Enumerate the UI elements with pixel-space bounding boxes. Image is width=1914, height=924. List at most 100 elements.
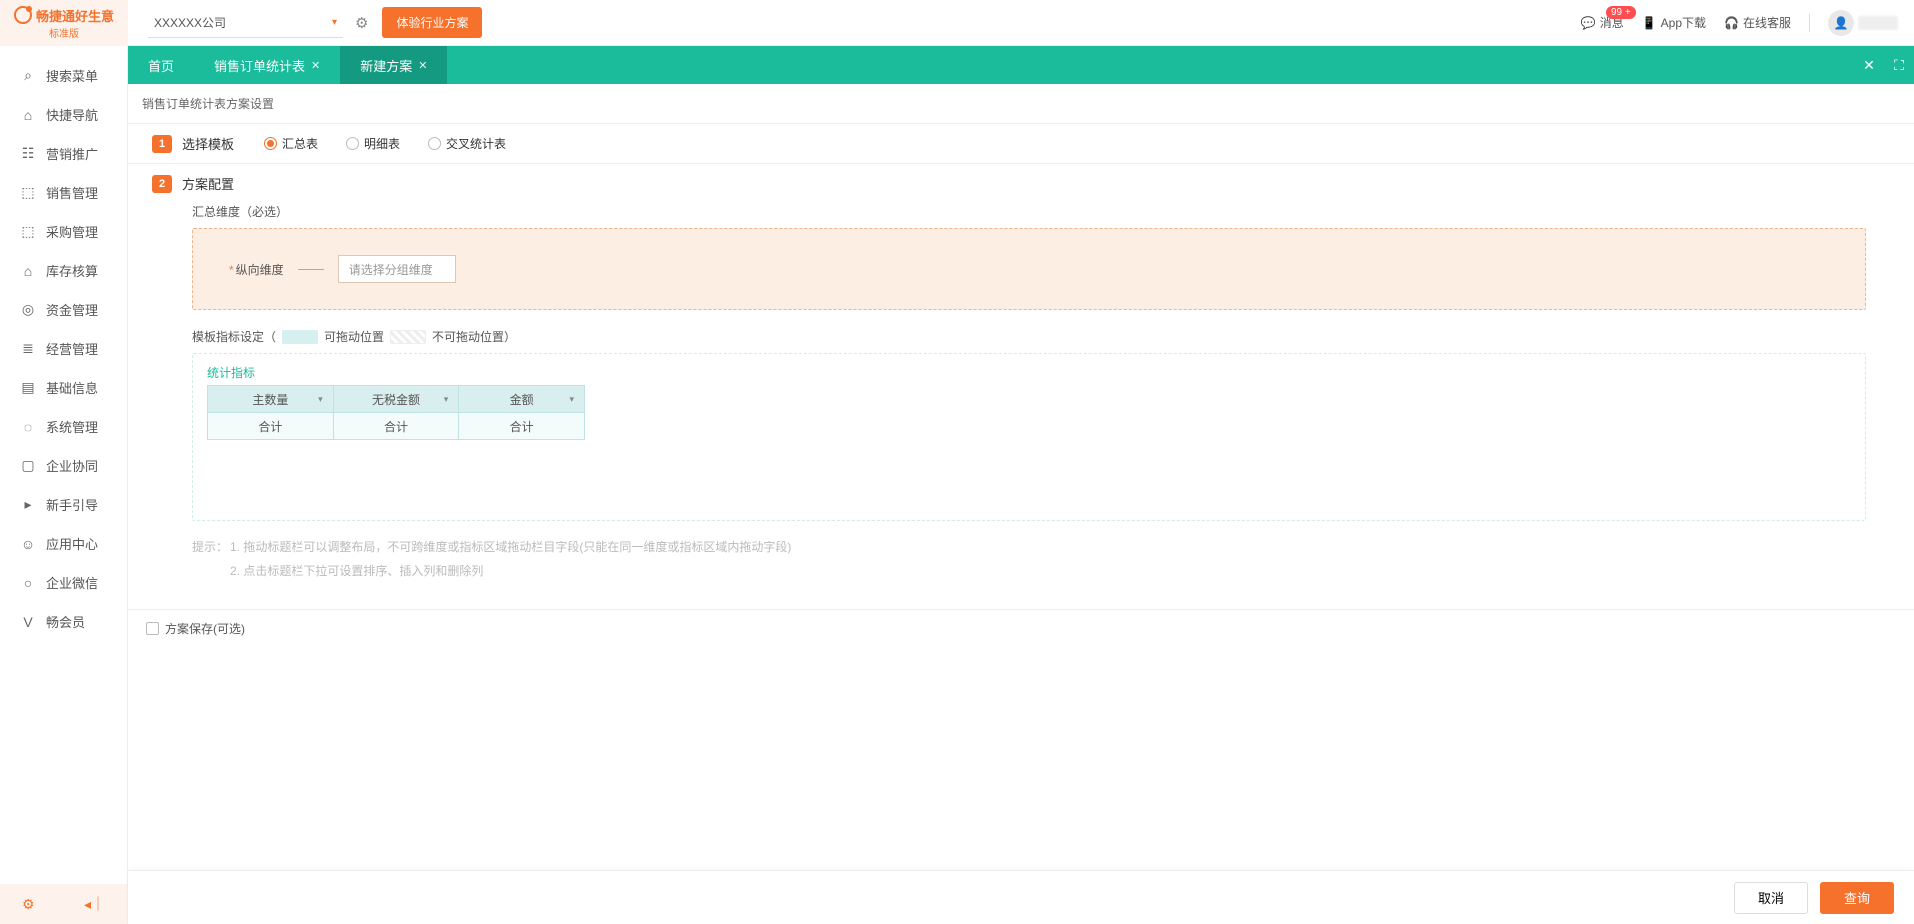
sidebar-item-label: 新手引导 <box>46 495 98 514</box>
sidebar-item-14[interactable]: V畅会员 <box>0 602 127 641</box>
tab-0[interactable]: 首页 <box>128 46 194 84</box>
brand-logo: 畅捷通好生意 标准版 <box>0 0 128 46</box>
footer-bar: 取消 查询 <box>128 870 1914 924</box>
sidebar-item-1[interactable]: ⌂快捷导航 <box>0 95 127 134</box>
headset-icon: 🎧 <box>1724 16 1739 30</box>
group-dimension-select[interactable]: 请选择分组维度 <box>338 255 456 283</box>
user-menu[interactable]: 👤 <box>1828 10 1898 36</box>
tab-label: 销售订单统计表 <box>214 56 305 75</box>
close-all-tabs-icon[interactable]: ✕ <box>1854 46 1884 84</box>
sidebar-item-label: 库存核算 <box>46 261 98 280</box>
sidebar-icon: ≣ <box>20 340 36 357</box>
brand-name: 畅捷通好生意 <box>36 6 114 25</box>
sidebar-item-4[interactable]: ⬚采购管理 <box>0 212 127 251</box>
sidebar-item-3[interactable]: ⬚销售管理 <box>0 173 127 212</box>
metric-header-2[interactable]: 金额 ▾ <box>459 386 585 413</box>
sidebar-item-label: 应用中心 <box>46 534 98 553</box>
metric-header-label: 主数量 <box>252 393 288 407</box>
metric-cell-1: 合计 <box>333 413 459 440</box>
collapse-sidebar-icon[interactable]: ◂｜ <box>84 894 105 914</box>
sidebar-item-label: 资金管理 <box>46 300 98 319</box>
main-area: 首页销售订单统计表✕新建方案✕ ✕ ⛶ 销售订单统计表方案设置 1 选择模板 汇… <box>128 46 1914 924</box>
fullscreen-icon[interactable]: ⛶ <box>1884 46 1914 84</box>
sidebar-item-9[interactable]: ◌系统管理 <box>0 407 127 446</box>
nondraggable-swatch <box>390 330 426 344</box>
metric-cell-0: 合计 <box>208 413 334 440</box>
sidebar-icon: ☺ <box>20 536 36 552</box>
metric-header-1[interactable]: 无税金额▾ <box>333 386 459 413</box>
online-service-label: 在线客服 <box>1743 14 1791 31</box>
app-download-link[interactable]: 📱 App下载 <box>1642 14 1706 31</box>
sidebar-item-13[interactable]: ○企业微信 <box>0 563 127 602</box>
cancel-button[interactable]: 取消 <box>1734 882 1808 914</box>
user-name <box>1858 16 1898 30</box>
sidebar-icon: ⬚ <box>20 223 36 240</box>
messages-link[interactable]: 💬 消息 99 + <box>1581 14 1624 31</box>
sidebar-icon: ▢ <box>20 457 36 474</box>
sidebar-item-0[interactable]: ⌕搜索菜单 <box>0 56 127 95</box>
metric-header-label: 金额 <box>510 393 534 407</box>
sidebar-icon: ⌂ <box>20 263 36 279</box>
tab-label: 首页 <box>148 56 174 75</box>
chevron-down-icon[interactable]: ▾ <box>569 394 574 405</box>
hint-1: 1. 拖动标题栏可以调整布局，不可跨维度或指标区域拖动栏目字段(只能在同一维度或… <box>230 540 791 554</box>
sidebar-item-7[interactable]: ≣经营管理 <box>0 329 127 368</box>
online-service-link[interactable]: 🎧 在线客服 <box>1724 14 1791 31</box>
sidebar-item-8[interactable]: ▤基础信息 <box>0 368 127 407</box>
sidebar-item-label: 基础信息 <box>46 378 98 397</box>
sidebar-item-2[interactable]: ☷营销推广 <box>0 134 127 173</box>
sidebar-item-6[interactable]: ◎资金管理 <box>0 290 127 329</box>
metrics-area: 统计指标 主数量▾无税金额▾金额▾ 合计合计合计 <box>192 353 1866 521</box>
avatar-icon: 👤 <box>1828 10 1854 36</box>
sidebar: ⌕搜索菜单⌂快捷导航☷营销推广⬚销售管理⬚采购管理 ⌂ 库存核算 ◎资金管理≣经营管理… <box>0 46 128 924</box>
group-dimension-placeholder: 请选择分组维度 <box>349 261 433 278</box>
sidebar-item-12[interactable]: ☺ 应用中心 <box>0 524 127 563</box>
settings-gear-icon[interactable]: ⚙ <box>22 896 35 913</box>
sidebar-item-5[interactable]: ⌂ 库存核算 <box>0 251 127 290</box>
sidebar-item-label: 畅会员 <box>46 612 85 631</box>
sidebar-item-10[interactable]: ▢ 企业协同 <box>0 446 127 485</box>
sidebar-item-label: 企业协同 <box>46 456 98 475</box>
query-button[interactable]: 查询 <box>1820 882 1894 914</box>
template-radio-0[interactable]: 汇总表 <box>264 135 318 152</box>
radio-icon <box>428 137 441 150</box>
hint-label: 提示： <box>192 535 230 559</box>
template-radio-group: 汇总表 明细表 交叉统计表 <box>264 135 506 152</box>
chevron-down-icon[interactable]: ▾ <box>318 394 323 405</box>
chevron-down-icon[interactable]: ▾ <box>444 394 449 405</box>
step2-badge: 2 <box>152 175 172 193</box>
app-header: 畅捷通好生意 标准版 XXXXXX公司 ▾ ⚙ 体验行业方案 💬 消息 99 +… <box>0 0 1914 46</box>
dimension-field-label: *纵向维度 <box>229 261 284 278</box>
content: 销售订单统计表方案设置 1 选择模板 汇总表明细表交叉统计表 2 方案配置 汇总… <box>128 84 1914 924</box>
hints: 提示：1. 拖动标题栏可以调整布局，不可跨维度或指标区域拖动栏目字段(只能在同一… <box>192 535 1866 583</box>
template-radio-2[interactable]: 交叉统计表 <box>428 135 506 152</box>
template-legend: 模板指标设定（ 可拖动位置 不可拖动位置） <box>192 328 1866 345</box>
message-icon: 💬 <box>1581 16 1596 30</box>
trial-industry-button[interactable]: 体验行业方案 <box>382 7 482 38</box>
radio-label: 明细表 <box>364 135 400 152</box>
metrics-title: 统计指标 <box>207 364 1851 381</box>
template-radio-1[interactable]: 明细表 <box>346 135 400 152</box>
gear-icon[interactable]: ⚙ <box>355 14 368 32</box>
company-select[interactable]: XXXXXX公司 ▾ <box>148 8 343 38</box>
radio-icon <box>264 137 277 150</box>
sidebar-icon: ⬚ <box>20 184 36 201</box>
tab-2[interactable]: 新建方案 ✕ <box>340 46 447 84</box>
messages-badge: 99 + <box>1606 6 1636 19</box>
phone-icon: 📱 <box>1642 16 1657 30</box>
save-option-row: 方案保存(可选) <box>128 609 1914 647</box>
dimension-dropzone[interactable]: *纵向维度 请选择分组维度 <box>192 228 1866 310</box>
sidebar-footer: ⚙ ◂｜ <box>0 884 127 924</box>
sidebar-item-label: 企业微信 <box>46 573 98 592</box>
close-icon[interactable]: ✕ <box>418 59 427 72</box>
step2-label: 方案配置 <box>182 174 234 193</box>
tab-1[interactable]: 销售订单统计表 ✕ <box>194 46 340 84</box>
divider <box>1809 14 1810 32</box>
step-scheme-config: 2 方案配置 汇总维度（必选） *纵向维度 请选择分组维度 模板指标设定（ <box>128 163 1914 609</box>
close-icon[interactable]: ✕ <box>311 59 320 72</box>
tab-label: 新建方案 <box>360 56 412 75</box>
metric-header-0[interactable]: 主数量 ▾ <box>208 386 334 413</box>
sidebar-item-11[interactable]: ▸ 新手引导 <box>0 485 127 524</box>
save-scheme-checkbox[interactable] <box>146 622 159 635</box>
sidebar-icon: ▸ <box>20 496 36 513</box>
